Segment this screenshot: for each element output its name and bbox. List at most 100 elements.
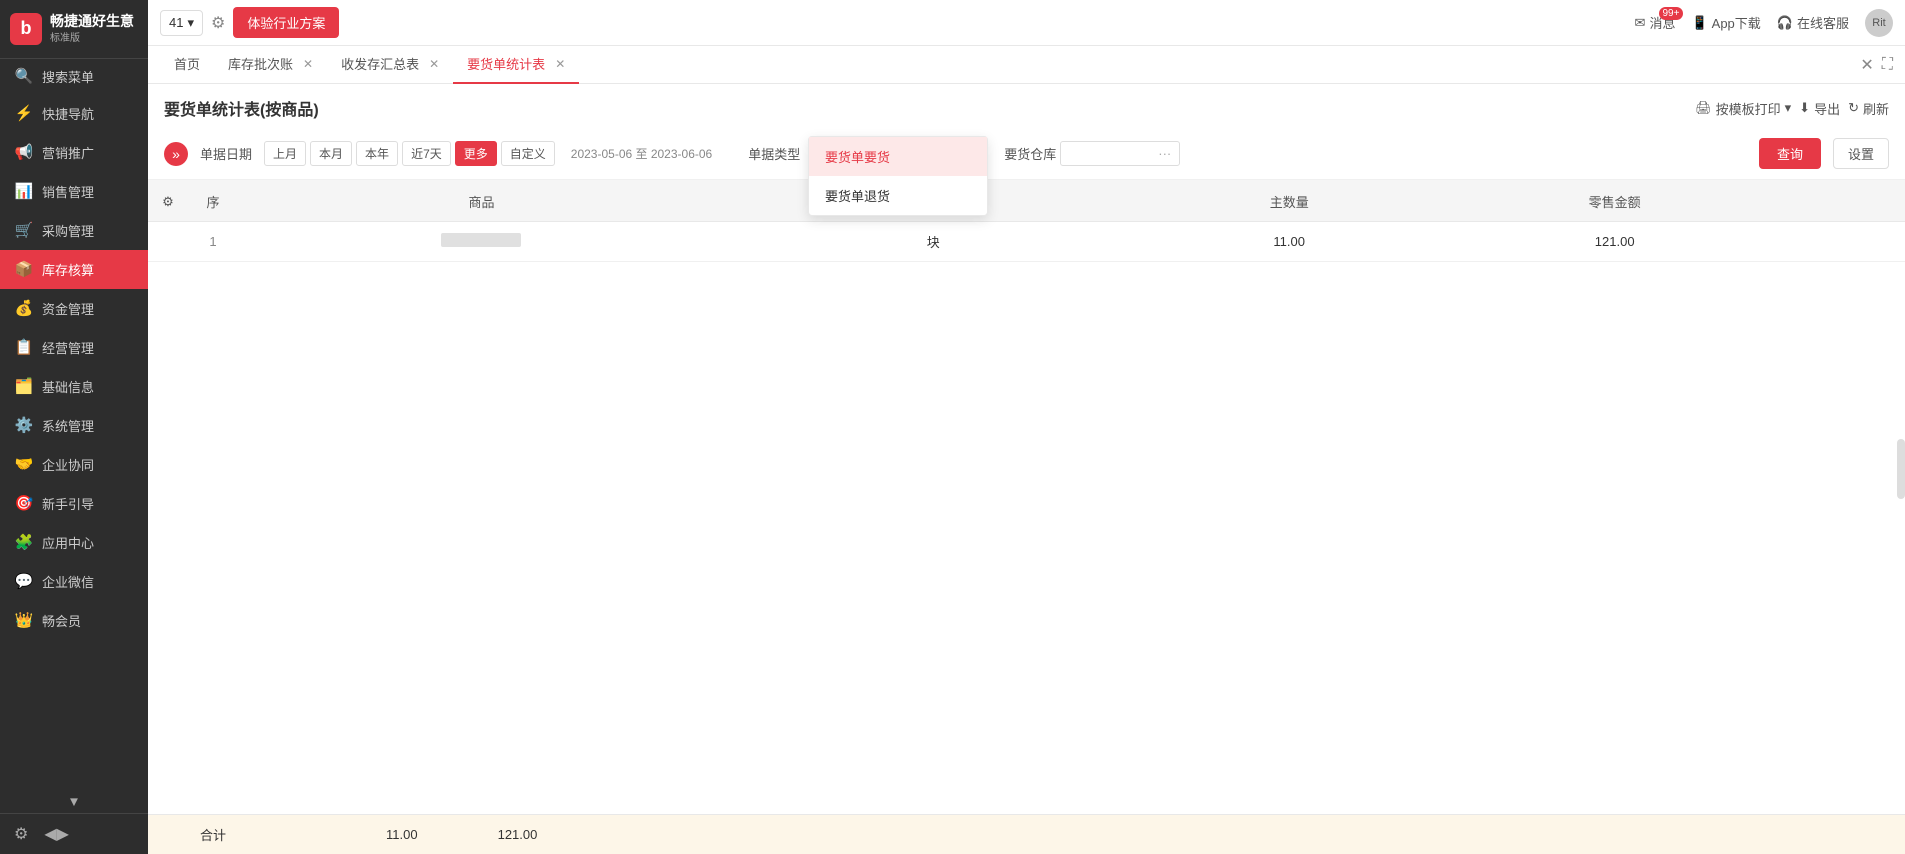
print-button[interactable]: 🖨 按模板打印 ▾ xyxy=(1695,99,1791,118)
export-icon: ⬇ xyxy=(1799,100,1810,116)
filter-expand-button[interactable]: » xyxy=(164,142,188,166)
date-this-year-btn[interactable]: 本年 xyxy=(356,141,398,166)
settings-bottom-icon[interactable]: ⚙ xyxy=(14,824,28,844)
sidebar-item-finance[interactable]: 💰 资金管理 xyxy=(0,289,148,328)
date-more-btn[interactable]: 更多 xyxy=(455,141,497,166)
app-logo: b 畅捷通好生意 标准版 xyxy=(0,0,148,59)
user-avatar[interactable]: Rit xyxy=(1865,9,1893,37)
col-quantity: 主数量 xyxy=(1142,182,1437,222)
dropdown-item-order-goods[interactable]: 要货单要货 xyxy=(809,137,987,176)
col-settings[interactable]: ⚙ xyxy=(148,182,188,222)
footer-label: 合计 xyxy=(160,825,386,844)
sidebar-item-basic[interactable]: 🗂️ 基础信息 xyxy=(0,367,148,406)
refresh-icon: ↻ xyxy=(1848,100,1859,116)
sidebar-item-marketing[interactable]: 📢 营销推广 xyxy=(0,133,148,172)
sidebar-item-label: 基础信息 xyxy=(42,377,134,396)
sidebar-item-label: 系统管理 xyxy=(42,416,134,435)
close-all-tabs-button[interactable]: ✕ xyxy=(1860,55,1873,75)
warehouse-select[interactable]: ··· xyxy=(1060,141,1180,166)
tabs-actions: ✕ ⛶ xyxy=(1860,55,1893,75)
table-container: ⚙ 序 商品 主计量单位 主数量 零售金额 1 xyxy=(148,182,1905,814)
tab-bar: 首页 库存批次账 ✕ 收发存汇总表 ✕ 要货单统计表 ✕ ✕ ⛶ xyxy=(148,46,1905,84)
query-button[interactable]: 查询 xyxy=(1759,138,1821,169)
page-title: 要货单统计表(按商品) xyxy=(164,96,319,120)
topbar-right: ✉ 消息 99+ 📱 App下载 🎧 在线客服 Rit xyxy=(1635,9,1893,37)
wechat-icon: 💬 xyxy=(14,572,34,590)
sidebar-item-label: 经营管理 xyxy=(42,338,134,357)
cooperation-icon: 🤝 xyxy=(14,455,34,473)
marketing-icon: 📢 xyxy=(14,143,34,161)
date-last-month-btn[interactable]: 上月 xyxy=(264,141,306,166)
warehouse-label: 要货仓库 xyxy=(1004,144,1056,163)
trial-industry-button[interactable]: 体验行业方案 xyxy=(233,7,339,38)
sidebar-item-label: 企业微信 xyxy=(42,572,134,591)
sidebar-item-operations[interactable]: 📋 经营管理 xyxy=(0,328,148,367)
sidebar-item-label: 应用中心 xyxy=(42,533,134,552)
logo-icon: b xyxy=(10,13,42,45)
topbar: 41 ▾ ⚙ 体验行业方案 ✉ 消息 99+ 📱 App下载 🎧 在线客服 Ri… xyxy=(148,0,1905,46)
sidebar-item-quick-nav[interactable]: ⚡ 快捷导航 xyxy=(0,94,148,133)
expand-tabs-button[interactable]: ⛶ xyxy=(1882,56,1893,74)
tab-order-summary[interactable]: 要货单统计表 ✕ xyxy=(453,46,579,84)
dropdown-item-order-return[interactable]: 要货单退货 xyxy=(809,176,987,215)
data-table: ⚙ 序 商品 主计量单位 主数量 零售金额 1 xyxy=(148,182,1905,262)
sidebar-search[interactable]: 🔍 搜索菜单 xyxy=(0,59,148,94)
print-icon: 🖨 xyxy=(1695,100,1712,116)
filter-bar: » 单据日期 上月 本月 本年 近7天 更多 自定义 2023-05-06 至 … xyxy=(148,128,1905,180)
row-quantity: 11.00 xyxy=(1142,222,1437,262)
search-label: 搜索菜单 xyxy=(42,67,94,86)
collapse-icon[interactable]: ◀▶ xyxy=(44,824,69,844)
row-extra xyxy=(1793,222,1905,262)
page-header: 要货单统计表(按商品) 🖨 按模板打印 ▾ ⬇ 导出 ↻ 刷新 xyxy=(148,84,1905,128)
company-selector[interactable]: 41 ▾ xyxy=(160,10,203,36)
warehouse-filter-group: 要货仓库 ··· xyxy=(1004,141,1180,166)
message-icon: ✉ xyxy=(1635,15,1646,31)
tab-order-summary-close[interactable]: ✕ xyxy=(555,57,565,71)
sidebar-item-guide[interactable]: 🎯 新手引导 xyxy=(0,484,148,523)
tab-receive-summary[interactable]: 收发存汇总表 ✕ xyxy=(327,46,453,84)
sidebar-item-inventory[interactable]: 📦 库存核算 xyxy=(0,250,148,289)
app-name: 畅捷通好生意 xyxy=(50,12,134,32)
print-label: 按模板打印 xyxy=(1716,99,1781,118)
online-service-label: 在线客服 xyxy=(1797,13,1849,32)
table-row: 1 块 11.00 121.00 xyxy=(148,222,1905,262)
sidebar-item-label: 新手引导 xyxy=(42,494,134,513)
tab-inventory-batch[interactable]: 库存批次账 ✕ xyxy=(214,46,327,84)
tab-home[interactable]: 首页 xyxy=(160,46,214,84)
avatar-text: Rit xyxy=(1872,17,1885,29)
date-custom-btn[interactable]: 自定义 xyxy=(501,141,555,166)
member-icon: 👑 xyxy=(14,611,34,629)
messages-button[interactable]: ✉ 消息 99+ xyxy=(1635,13,1676,32)
set-button[interactable]: 设置 xyxy=(1833,138,1889,169)
sidebar-item-appstore[interactable]: 🧩 应用中心 xyxy=(0,523,148,562)
row-settings xyxy=(148,222,188,262)
app-download-button[interactable]: 📱 App下载 xyxy=(1691,13,1760,32)
date-this-month-btn[interactable]: 本月 xyxy=(310,141,352,166)
refresh-button[interactable]: ↻ 刷新 xyxy=(1848,99,1889,118)
sidebar-item-sales[interactable]: 📊 销售管理 xyxy=(0,172,148,211)
basic-icon: 🗂️ xyxy=(14,377,34,395)
chevron-down-icon: ▾ xyxy=(187,15,194,31)
app-download-label: App下载 xyxy=(1712,13,1761,32)
sidebar-item-cooperation[interactable]: 🤝 企业协同 xyxy=(0,445,148,484)
export-button[interactable]: ⬇ 导出 xyxy=(1799,99,1840,118)
footer-quantity: 11.00 xyxy=(386,827,418,842)
right-scroll-handle[interactable] xyxy=(1897,439,1905,499)
tab-receive-summary-close[interactable]: ✕ xyxy=(429,57,439,71)
col-index: 序 xyxy=(188,182,238,222)
topbar-gear-icon[interactable]: ⚙ xyxy=(211,13,225,33)
sidebar-item-wechat[interactable]: 💬 企业微信 xyxy=(0,562,148,601)
sidebar-item-member[interactable]: 👑 畅会员 xyxy=(0,601,148,640)
online-service-button[interactable]: 🎧 在线客服 xyxy=(1777,13,1849,32)
guide-icon: 🎯 xyxy=(14,494,34,512)
tab-inventory-batch-close[interactable]: ✕ xyxy=(303,57,313,71)
doc-type-label: 单据类型 xyxy=(748,144,800,163)
sidebar-item-purchase[interactable]: 🛒 采购管理 xyxy=(0,211,148,250)
search-icon: 🔍 xyxy=(14,67,34,85)
sidebar-item-label: 畅会员 xyxy=(42,611,134,630)
refresh-label: 刷新 xyxy=(1863,99,1889,118)
sidebar-item-system[interactable]: ⚙️ 系统管理 xyxy=(0,406,148,445)
messages-badge: 99+ xyxy=(1659,7,1684,20)
sidebar-scroll-down[interactable]: ▼ xyxy=(0,790,148,813)
date-last-7days-btn[interactable]: 近7天 xyxy=(402,141,451,166)
